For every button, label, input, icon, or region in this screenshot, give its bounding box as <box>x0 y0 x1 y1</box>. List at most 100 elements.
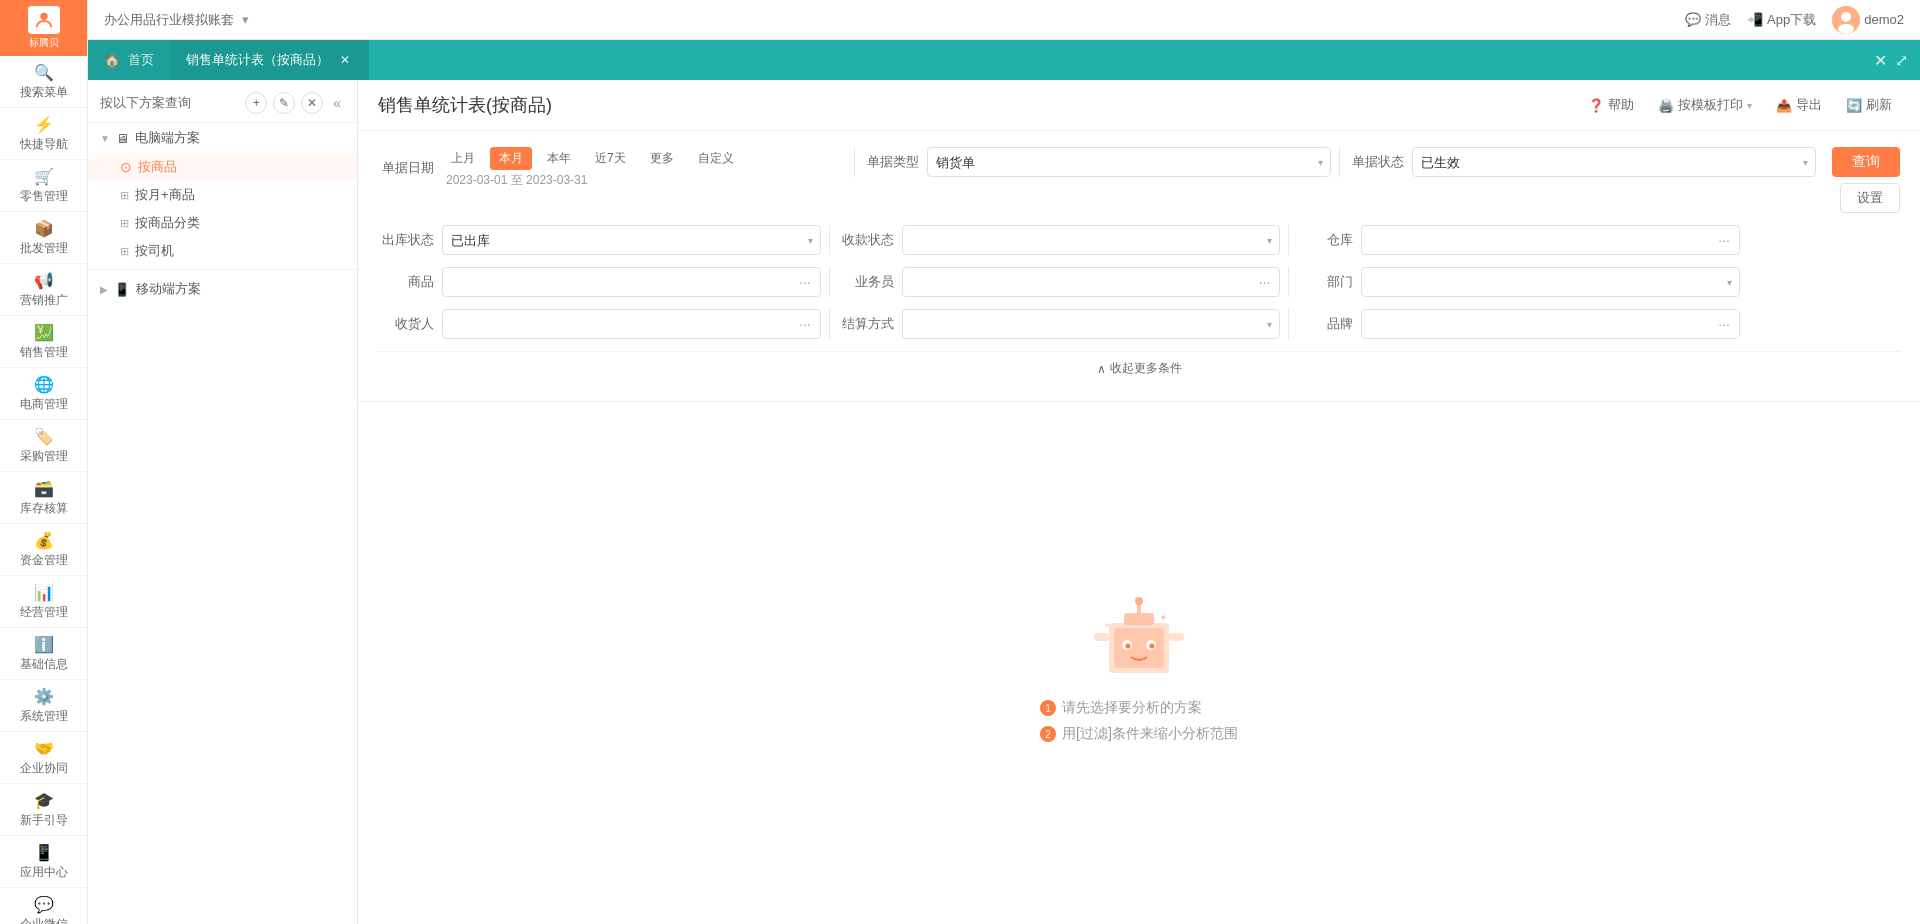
page-header-actions: ❓ 帮助 🖨️ 按模板打印 ▾ 📤 导出 🔄 刷新 <box>1580 92 1900 130</box>
sidebar-item-finance[interactable]: 💰 资金管理 <box>0 524 87 576</box>
help-btn[interactable]: ❓ 帮助 <box>1580 92 1642 118</box>
doc-type-select[interactable]: 销货单 <box>927 147 1331 177</box>
system-icon: ⚙️ <box>34 687 54 706</box>
sidebar-item-wechat-label: 企业微信 <box>20 917 68 924</box>
date-last-7days[interactable]: 近7天 <box>586 147 635 170</box>
warehouse-input[interactable] <box>1361 225 1740 255</box>
delete-scheme-btn[interactable]: ✕ <box>301 92 323 114</box>
print-icon: 🖨️ <box>1658 98 1674 113</box>
sidebar-item-wholesale[interactable]: 📦 批发管理 <box>0 212 87 264</box>
tree-item-by-goods[interactable]: ⊙ 按商品 <box>88 153 357 181</box>
brand-dots[interactable]: ··· <box>1714 316 1734 332</box>
tab-close-btn[interactable]: ✕ <box>337 52 353 68</box>
by-goods-category-label: 按商品分类 <box>135 214 200 232</box>
refresh-icon: 🔄 <box>1846 98 1862 113</box>
sidebar-item-operation[interactable]: 📊 经营管理 <box>0 576 87 628</box>
sidebar-item-appcenter[interactable]: 📱 应用中心 <box>0 836 87 888</box>
sidebar-item-inventory-label: 库存核算 <box>20 501 68 517</box>
user-area[interactable]: demo2 <box>1832 6 1904 34</box>
tree-item-by-goods-category[interactable]: ⊞ 按商品分类 <box>88 209 357 237</box>
date-this-month[interactable]: 本月 <box>490 147 532 170</box>
sidebar-logo-text: 标腾贝 <box>29 36 59 50</box>
message-btn[interactable]: 💬 消息 <box>1685 11 1731 29</box>
tree-section-mobile[interactable]: ▶ 📱 移动端方案 <box>88 274 357 304</box>
receiver-dots[interactable]: ··· <box>795 316 815 332</box>
app-download-btn[interactable]: 📲 App下载 <box>1747 11 1816 29</box>
sidebar-item-retail[interactable]: 🛒 零售管理 <box>0 160 87 212</box>
date-this-year[interactable]: 本年 <box>538 147 580 170</box>
sidebar-item-inventory[interactable]: 🗃️ 库存核算 <box>0 472 87 524</box>
left-panel-header: 按以下方案查询 + ✎ ✕ « <box>88 80 357 123</box>
goods-input[interactable] <box>442 267 821 297</box>
print-label: 按模板打印 <box>1678 96 1743 114</box>
tab-sales-stat-label: 销售单统计表（按商品） <box>186 51 329 69</box>
salesperson-dots[interactable]: ··· <box>1255 274 1275 290</box>
sidebar-item-wechat[interactable]: 💬 企业微信 <box>0 888 87 924</box>
salesperson-label: 业务员 <box>838 273 894 291</box>
settlement-select[interactable] <box>902 309 1281 339</box>
tab-close-window-btn[interactable]: ✕ <box>1874 51 1887 70</box>
wholesale-icon: 📦 <box>34 219 54 238</box>
brand-input[interactable] <box>1361 309 1740 339</box>
sidebar-item-basic[interactable]: ℹ️ 基础信息 <box>0 628 87 680</box>
sidebar-item-search[interactable]: 🔍 搜索菜单 <box>0 56 87 108</box>
sidebar-item-quicknav[interactable]: ⚡ 快捷导航 <box>0 108 87 160</box>
collapse-filter-btn[interactable]: ∧ 收起更多条件 <box>378 351 1900 385</box>
export-btn[interactable]: 📤 导出 <box>1768 92 1830 118</box>
goods-dots[interactable]: ··· <box>795 274 815 290</box>
salesperson-input[interactable] <box>902 267 1281 297</box>
marketing-icon: 📢 <box>34 271 54 290</box>
sidebar: 标腾贝 🔍 搜索菜单 ⚡ 快捷导航 🛒 零售管理 📦 批发管理 📢 营销推广 💹… <box>0 0 88 924</box>
edit-scheme-btn[interactable]: ✎ <box>273 92 295 114</box>
setting-button[interactable]: 设置 <box>1840 183 1900 213</box>
tree-section-mobile-label: 移动端方案 <box>136 280 201 298</box>
filter-divider-2 <box>1339 147 1340 177</box>
receiver-input[interactable] <box>442 309 821 339</box>
warehouse-dots[interactable]: ··· <box>1714 232 1734 248</box>
out-status-select[interactable]: 已出库 <box>442 225 821 255</box>
sidebar-item-wholesale-label: 批发管理 <box>20 241 68 257</box>
empty-step1-label: 请先选择要分析的方案 <box>1062 699 1202 717</box>
salesperson-control: ··· <box>902 267 1281 297</box>
sidebar-item-sales[interactable]: 💹 销售管理 <box>0 316 87 368</box>
refresh-btn[interactable]: 🔄 刷新 <box>1838 92 1900 118</box>
date-custom[interactable]: 自定义 <box>689 147 743 170</box>
collapse-panel-btn[interactable]: « <box>329 93 345 113</box>
sidebar-item-newuser[interactable]: 🎓 新手引导 <box>0 784 87 836</box>
doc-status-select[interactable]: 已生效 <box>1412 147 1816 177</box>
print-btn[interactable]: 🖨️ 按模板打印 ▾ <box>1650 92 1760 118</box>
add-scheme-btn[interactable]: + <box>245 92 267 114</box>
topbar-dropdown-arrow[interactable]: ▾ <box>242 12 249 27</box>
payment-status-select[interactable] <box>902 225 1281 255</box>
query-button[interactable]: 查询 <box>1832 147 1900 177</box>
date-label: 单据日期 <box>378 159 434 177</box>
svg-point-12 <box>1135 597 1143 605</box>
sidebar-item-ecommerce[interactable]: 🌐 电商管理 <box>0 368 87 420</box>
sidebar-item-ecommerce-label: 电商管理 <box>20 397 68 413</box>
industry-label: 办公用品行业模拟账套 <box>104 11 234 29</box>
dept-select[interactable] <box>1361 267 1740 297</box>
enterprise-icon: 🤝 <box>34 739 54 758</box>
tab-maximize-btn[interactable]: ⤢ <box>1895 51 1908 70</box>
goods-label: 商品 <box>378 273 434 291</box>
tree-section-mobile-expand: ▶ <box>100 284 108 295</box>
collapse-arrow-icon: ∧ <box>1097 362 1106 376</box>
by-driver-icon: ⊞ <box>120 245 129 258</box>
tree-item-by-driver[interactable]: ⊞ 按司机 <box>88 237 357 265</box>
date-last-month[interactable]: 上月 <box>442 147 484 170</box>
export-icon: 📤 <box>1776 98 1792 113</box>
sidebar-item-marketing[interactable]: 📢 营销推广 <box>0 264 87 316</box>
tab-sales-stat[interactable]: 销售单统计表（按商品） ✕ <box>170 40 369 80</box>
sidebar-item-system[interactable]: ⚙️ 系统管理 <box>0 680 87 732</box>
sidebar-item-enterprise[interactable]: 🤝 企业协同 <box>0 732 87 784</box>
empty-state: ✦ ✦ 1 请先选择要分析的方案 2 用[过滤]条件来缩小分析范围 <box>358 402 1920 924</box>
tree-item-by-month-goods[interactable]: ⊞ 按月+商品 <box>88 181 357 209</box>
date-more[interactable]: 更多 <box>641 147 683 170</box>
tree-section-pc[interactable]: ▼ 🖥 电脑端方案 <box>88 123 357 153</box>
btn-column: 查询 设置 <box>1816 147 1900 213</box>
app-download-label: App下载 <box>1767 11 1816 29</box>
tab-home-label: 首页 <box>128 51 154 69</box>
sidebar-item-appcenter-label: 应用中心 <box>20 865 68 881</box>
tab-home[interactable]: 🏠 首页 <box>88 40 170 80</box>
sidebar-item-purchase[interactable]: 🏷️ 采购管理 <box>0 420 87 472</box>
